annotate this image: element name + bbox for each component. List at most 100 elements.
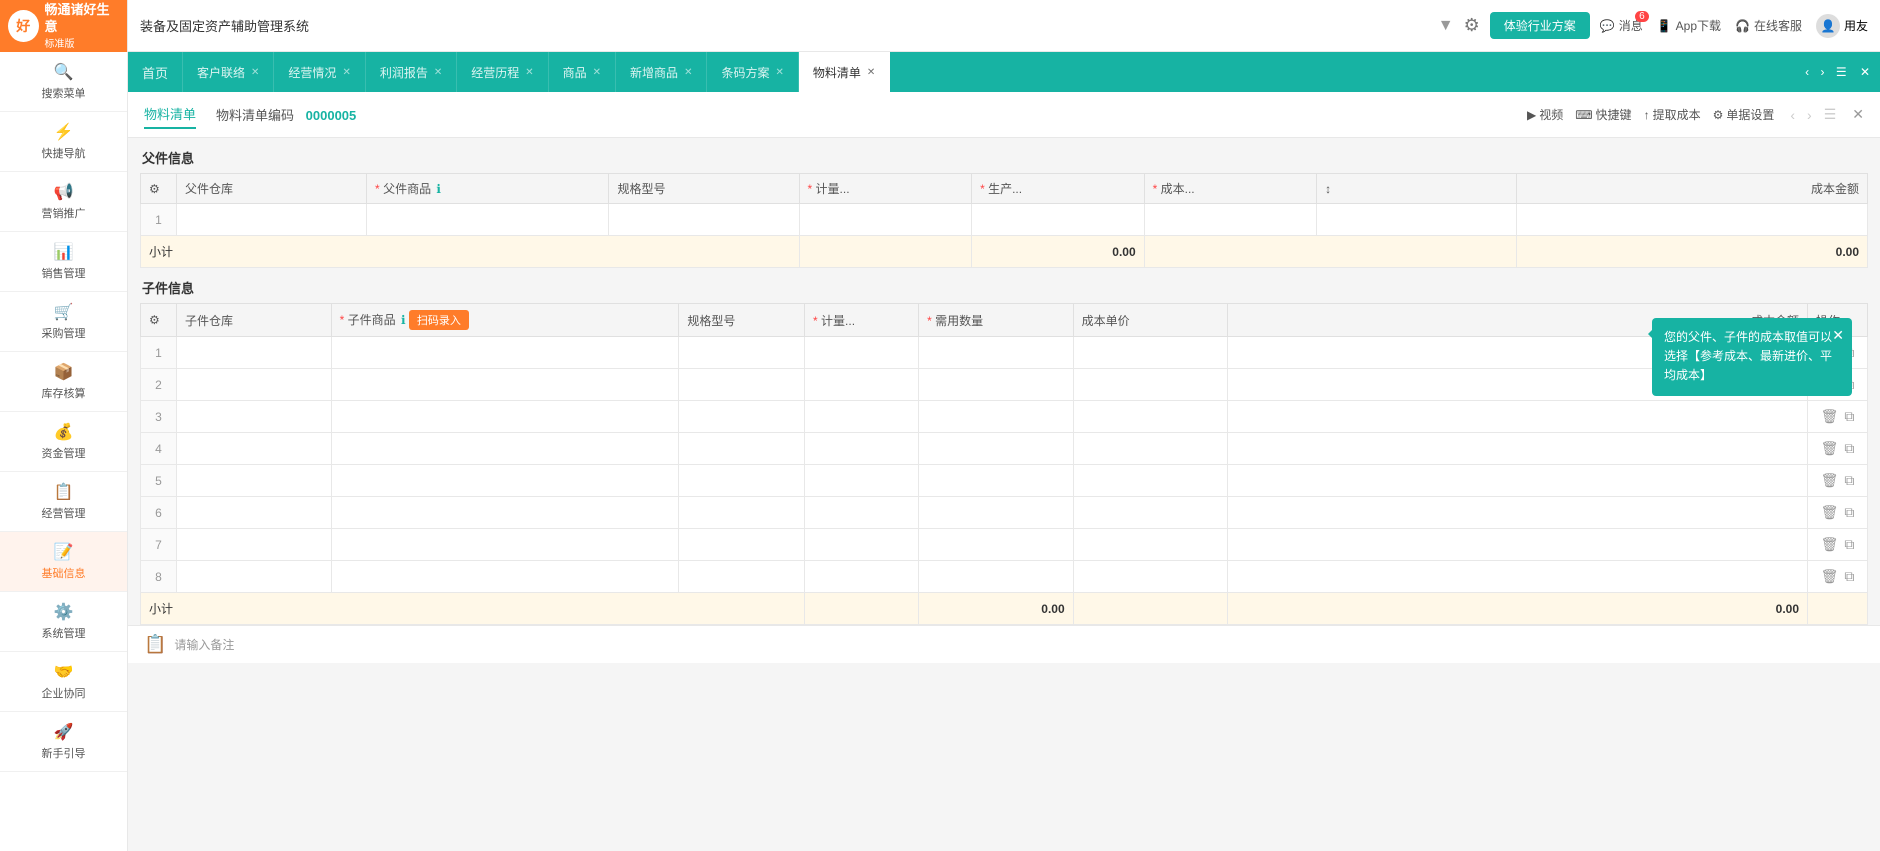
child-product-cell[interactable] xyxy=(331,369,679,401)
header-menu[interactable]: ☰ xyxy=(1824,106,1837,123)
copy-icon[interactable]: ⧉ xyxy=(1844,536,1854,553)
topbar-dropdown-arrow[interactable]: ▼ xyxy=(1438,17,1454,35)
tab-profit[interactable]: 利润报告 ✕ xyxy=(366,52,457,92)
delete-icon[interactable]: 🗑 xyxy=(1821,504,1839,521)
copy-icon[interactable]: ⧉ xyxy=(1844,440,1854,457)
child-unit-cell[interactable] xyxy=(805,465,919,497)
delete-icon[interactable]: 🗑 xyxy=(1821,568,1839,585)
child-qty-cell[interactable] xyxy=(919,465,1074,497)
copy-icon[interactable]: ⧉ xyxy=(1844,504,1854,521)
tab-close-icon[interactable]: ✕ xyxy=(775,67,783,78)
child-unit-cell[interactable] xyxy=(805,433,919,465)
tab-customer[interactable]: 客户联络 ✕ xyxy=(183,52,274,92)
child-unit-cost-cell[interactable] xyxy=(1073,369,1228,401)
child-unit-cell[interactable] xyxy=(805,497,919,529)
extract-cost-action[interactable]: ↑ 提取成本 xyxy=(1644,106,1701,123)
note-placeholder[interactable]: 请输入备注 xyxy=(174,636,234,653)
shortcut-action[interactable]: ⌨ 快捷键 xyxy=(1575,106,1631,123)
tab-close-icon[interactable]: ✕ xyxy=(593,67,601,78)
child-product-cell[interactable] xyxy=(331,401,679,433)
tab-new-product[interactable]: 新增商品 ✕ xyxy=(616,52,707,92)
tab-close-icon[interactable]: ✕ xyxy=(251,67,259,78)
delete-icon[interactable]: 🗑 xyxy=(1821,536,1839,553)
delete-icon[interactable]: 🗑 xyxy=(1821,408,1839,425)
header-nav-right[interactable]: › xyxy=(1807,107,1812,123)
child-qty-cell[interactable] xyxy=(919,337,1074,369)
child-cost-amount-cell[interactable] xyxy=(1228,401,1808,433)
message-action[interactable]: 💬 6 消息 xyxy=(1600,17,1643,34)
sidebar-item-guide[interactable]: 🚀 新手引导 xyxy=(0,712,127,772)
child-product-cell[interactable] xyxy=(331,561,679,593)
tab-history[interactable]: 经营历程 ✕ xyxy=(457,52,548,92)
delete-icon[interactable]: 🗑 xyxy=(1821,472,1839,489)
nav-prev-icon[interactable]: ‹ xyxy=(1805,65,1809,79)
view-action[interactable]: ▶ 视频 xyxy=(1527,106,1563,123)
child-unit-cell[interactable] xyxy=(805,369,919,401)
tab-close-icon[interactable]: ✕ xyxy=(867,67,875,78)
tab-close-icon[interactable]: ✕ xyxy=(525,67,533,78)
copy-icon[interactable]: ⧉ xyxy=(1844,472,1854,489)
online-service-action[interactable]: 🎧 在线客服 xyxy=(1735,17,1802,34)
child-cost-amount-cell[interactable] xyxy=(1228,561,1808,593)
child-spec-cell[interactable] xyxy=(679,497,805,529)
nav-close-icon[interactable]: ✕ xyxy=(1860,65,1870,79)
sidebar-item-operations[interactable]: 📋 经营管理 xyxy=(0,472,127,532)
child-unit-cell[interactable] xyxy=(805,529,919,561)
tab-home[interactable]: 首页 xyxy=(128,52,183,92)
child-qty-cell[interactable] xyxy=(919,497,1074,529)
help-icon[interactable]: ℹ xyxy=(436,182,441,196)
child-warehouse-cell[interactable] xyxy=(177,433,332,465)
child-cost-amount-cell[interactable] xyxy=(1228,433,1808,465)
parent-warehouse-cell[interactable] xyxy=(177,204,367,236)
child-unit-cost-cell[interactable] xyxy=(1073,561,1228,593)
tab-close-icon[interactable]: ✕ xyxy=(684,67,692,78)
child-unit-cost-cell[interactable] xyxy=(1073,529,1228,561)
scan-button[interactable]: 扫码录入 xyxy=(409,310,469,330)
child-product-cell[interactable] xyxy=(331,529,679,561)
page-tab-bom[interactable]: 物料清单 xyxy=(144,100,196,129)
sidebar-item-enterprise[interactable]: 🤝 企业协同 xyxy=(0,652,127,712)
app-download-action[interactable]: 📱 App下载 xyxy=(1657,17,1721,34)
copy-icon[interactable]: ⧉ xyxy=(1844,408,1854,425)
child-warehouse-cell[interactable] xyxy=(177,401,332,433)
child-warehouse-cell[interactable] xyxy=(177,561,332,593)
trial-btn[interactable]: 体验行业方案 xyxy=(1490,12,1590,39)
settings-icon[interactable]: ⚙ xyxy=(1464,15,1480,36)
nav-menu-icon[interactable]: ☰ xyxy=(1836,65,1847,79)
child-warehouse-cell[interactable] xyxy=(177,337,332,369)
tooltip-close[interactable]: ✕ xyxy=(1832,324,1844,346)
single-settings-action[interactable]: ⚙ 单据设置 xyxy=(1713,106,1775,123)
child-unit-cost-cell[interactable] xyxy=(1073,401,1228,433)
child-product-cell[interactable] xyxy=(331,433,679,465)
child-spec-cell[interactable] xyxy=(679,561,805,593)
child-cost-amount-cell[interactable] xyxy=(1228,465,1808,497)
sidebar-item-basic-info[interactable]: 📝 基础信息 xyxy=(0,532,127,592)
child-cost-amount-cell[interactable] xyxy=(1228,497,1808,529)
child-unit-cost-cell[interactable] xyxy=(1073,497,1228,529)
child-spec-cell[interactable] xyxy=(679,369,805,401)
child-unit-cost-cell[interactable] xyxy=(1073,465,1228,497)
child-unit-cell[interactable] xyxy=(805,337,919,369)
child-unit-cell[interactable] xyxy=(805,401,919,433)
child-cost-amount-cell[interactable] xyxy=(1228,529,1808,561)
header-close[interactable]: ✕ xyxy=(1852,106,1864,123)
unit-cell[interactable] xyxy=(799,204,972,236)
child-help-icon[interactable]: ℹ xyxy=(401,313,406,327)
parent-product-cell[interactable] xyxy=(367,204,609,236)
sidebar-item-search[interactable]: 🔍 搜索菜单 xyxy=(0,52,127,112)
child-warehouse-cell[interactable] xyxy=(177,497,332,529)
sidebar-item-inventory[interactable]: 📦 库存核算 xyxy=(0,352,127,412)
nav-next-icon[interactable]: › xyxy=(1820,65,1824,79)
spec-cell[interactable] xyxy=(609,204,799,236)
sidebar-item-marketing[interactable]: 📢 营销推广 xyxy=(0,172,127,232)
child-spec-cell[interactable] xyxy=(679,337,805,369)
cost-amount-cell[interactable] xyxy=(1517,204,1868,236)
child-qty-cell[interactable] xyxy=(919,561,1074,593)
child-warehouse-cell[interactable] xyxy=(177,369,332,401)
delete-icon[interactable]: 🗑 xyxy=(1821,440,1839,457)
child-product-cell[interactable] xyxy=(331,497,679,529)
child-qty-cell[interactable] xyxy=(919,433,1074,465)
sidebar-item-purchase[interactable]: 🛒 采购管理 xyxy=(0,292,127,352)
copy-icon[interactable]: ⧉ xyxy=(1844,568,1854,585)
child-unit-cell[interactable] xyxy=(805,561,919,593)
